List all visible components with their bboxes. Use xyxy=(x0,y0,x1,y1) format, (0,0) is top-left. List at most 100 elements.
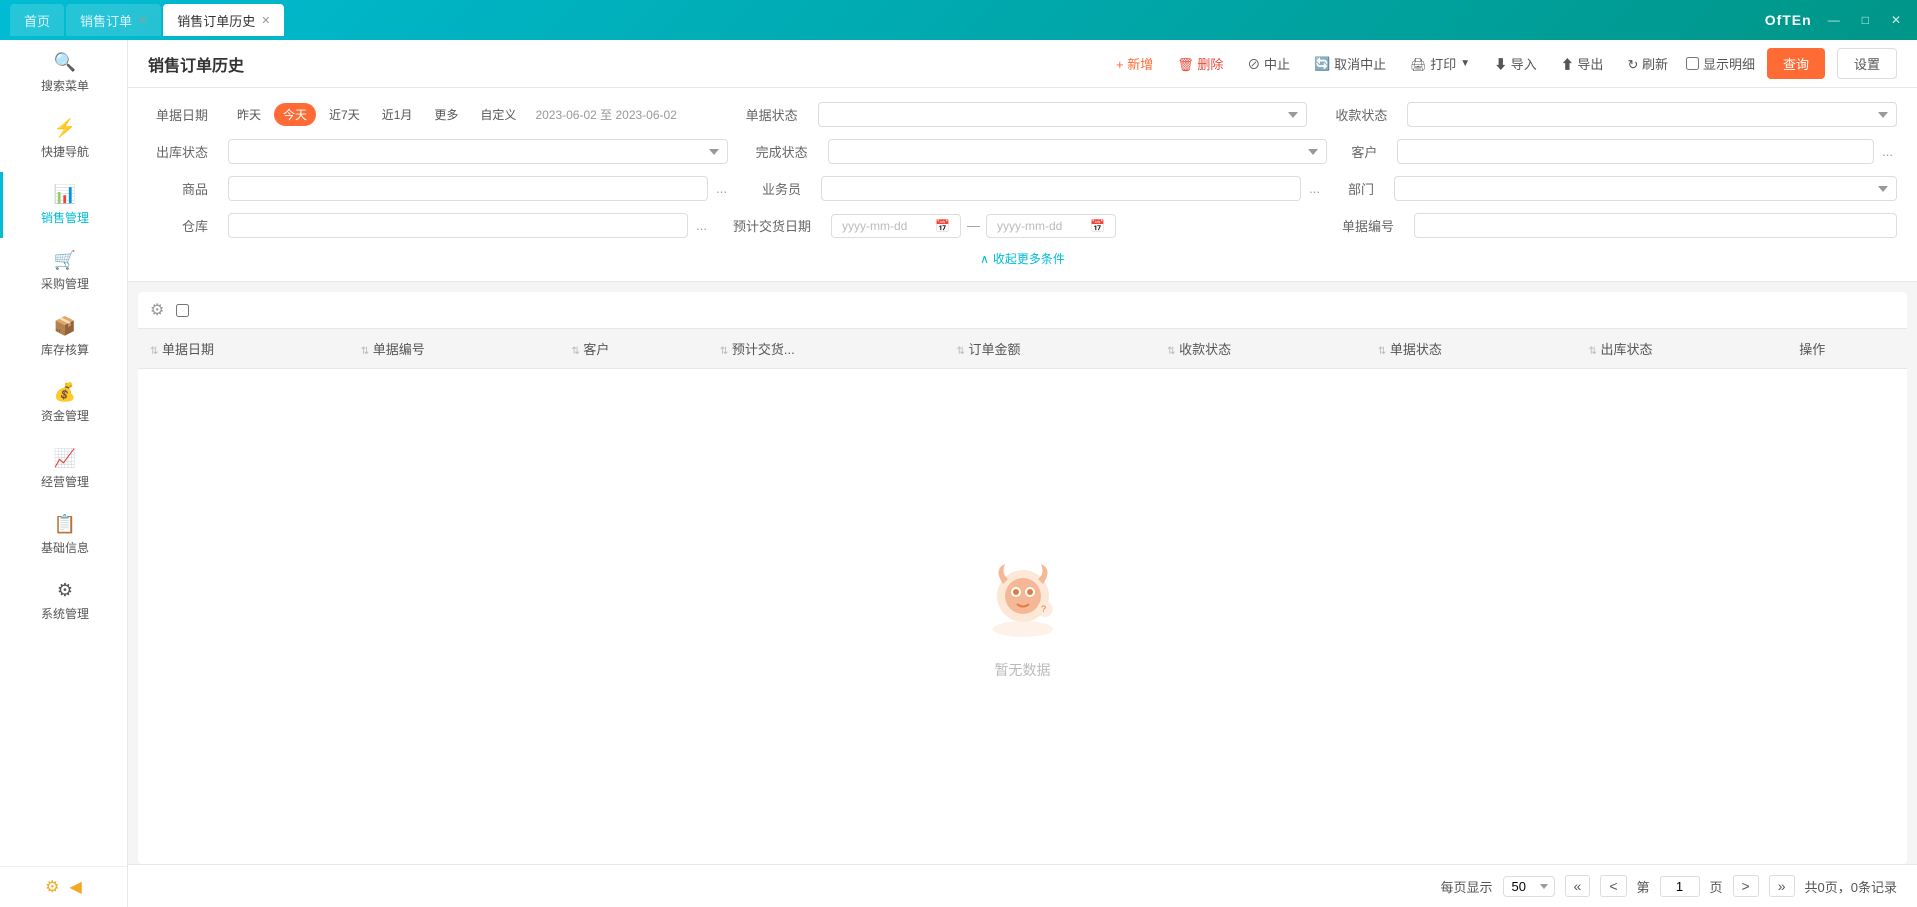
date-label: 单据日期 xyxy=(148,105,208,124)
sidebar-item-purchase[interactable]: 🛒 采购管理 xyxy=(0,238,127,304)
warehouse-label: 仓库 xyxy=(148,216,208,235)
warehouse-input[interactable] xyxy=(228,213,688,238)
more-btn[interactable]: 更多 xyxy=(425,103,467,126)
sidebar-item-system[interactable]: ⚙ 系统管理 xyxy=(0,568,127,634)
cancel-stop-icon: 🔄 xyxy=(1314,56,1330,72)
col-date[interactable]: ⇅ 单据日期 xyxy=(138,329,349,369)
col-amount[interactable]: ⇅ 订单金额 xyxy=(944,329,1155,369)
col-outbound-status[interactable]: ⇅ 出库状态 xyxy=(1577,329,1788,369)
sidebar-expand-icon[interactable]: ◀ xyxy=(70,877,82,897)
new-button[interactable]: + 新增 xyxy=(1110,50,1159,77)
page-size-label: 每页显示 xyxy=(1441,877,1493,896)
collapse-button[interactable]: ∧ 收起更多条件 xyxy=(148,250,1897,267)
sidebar-item-finance[interactable]: 💰 资金管理 xyxy=(0,370,127,436)
export-button[interactable]: ⬆ 导出 xyxy=(1555,50,1610,77)
complete-status-select[interactable] xyxy=(828,139,1328,164)
filter-row-2: 出库状态 完成状态 客户 ... xyxy=(148,139,1897,164)
custom-btn[interactable]: 自定义 xyxy=(471,103,525,126)
total-records: 共0页，0条记录 xyxy=(1805,877,1897,896)
bill-number-input[interactable] xyxy=(1414,213,1897,238)
prev-page-button[interactable]: < xyxy=(1600,875,1626,897)
col-payment-status[interactable]: ⇅ 收款状态 xyxy=(1155,329,1366,369)
col-bill-status[interactable]: ⇅ 单据状态 xyxy=(1366,329,1577,369)
salesperson-control: ... xyxy=(821,176,1324,201)
table-area: ⚙ ⇅ 单据日期 ⇅ 单据编号 ⇅ xyxy=(138,292,1907,864)
tab-home[interactable]: 首页 xyxy=(10,4,64,36)
print-button[interactable]: 🖨 打印 ▼ xyxy=(1404,50,1476,77)
data-table: ⇅ 单据日期 ⇅ 单据编号 ⇅ 客户 ⇅ 预计交 xyxy=(138,329,1907,369)
payment-status-select[interactable] xyxy=(1407,102,1897,127)
product-input[interactable] xyxy=(228,176,708,201)
search-button[interactable]: 查询 xyxy=(1767,48,1825,79)
col-number[interactable]: ⇅ 单据编号 xyxy=(349,329,560,369)
sidebar-item-sales[interactable]: 📊 销售管理 xyxy=(0,172,127,238)
settings-button[interactable]: 设置 xyxy=(1837,48,1897,79)
page-suffix: 页 xyxy=(1710,877,1723,896)
outbound-status-select[interactable] xyxy=(228,139,728,164)
payment-status-control xyxy=(1407,102,1897,127)
sidebar-item-quicknav[interactable]: ⚡ 快捷导航 xyxy=(0,106,127,172)
sort-icon: ⇅ xyxy=(1589,346,1597,357)
sidebar-item-search[interactable]: 🔍 搜索菜单 xyxy=(0,40,127,106)
stop-button[interactable]: ⊘ 中止 xyxy=(1241,50,1296,77)
bill-status-select[interactable] xyxy=(818,102,1308,127)
salesperson-more-btn[interactable]: ... xyxy=(1305,181,1324,196)
close-button[interactable]: ✕ xyxy=(1885,13,1907,27)
sales-icon: 📊 xyxy=(54,184,76,205)
table-settings-icon[interactable]: ⚙ xyxy=(150,300,164,320)
minimize-button[interactable]: — xyxy=(1822,13,1846,27)
search-menu-icon: 🔍 xyxy=(54,52,76,73)
customer-more-btn[interactable]: ... xyxy=(1878,144,1897,159)
tab-sales-order-close[interactable]: ✕ xyxy=(138,14,147,27)
last7-btn[interactable]: 近7天 xyxy=(320,103,369,126)
sidebar-settings-icon[interactable]: ⚙ xyxy=(45,877,59,897)
sidebar-item-search-label: 搜索菜单 xyxy=(41,77,89,94)
sidebar-item-inventory[interactable]: 📦 库存核算 xyxy=(0,304,127,370)
sort-icon: ⇅ xyxy=(1167,346,1175,357)
tab-home-label: 首页 xyxy=(24,11,50,30)
warehouse-more-btn[interactable]: ... xyxy=(692,218,711,233)
sidebar-item-operations[interactable]: 📈 经营管理 xyxy=(0,436,127,502)
filter-row-1: 单据日期 昨天 今天 近7天 近1月 更多 自定义 2023-06-02 至 2… xyxy=(148,102,1897,127)
page-size-select[interactable]: 10 20 50 100 xyxy=(1503,876,1555,897)
yesterday-btn[interactable]: 昨天 xyxy=(228,103,270,126)
warehouse-control: ... xyxy=(228,213,711,238)
page-input[interactable] xyxy=(1660,876,1700,897)
display-detail-checkbox[interactable] xyxy=(1686,57,1699,70)
outbound-status-label: 出库状态 xyxy=(148,142,208,161)
last1m-btn[interactable]: 近1月 xyxy=(373,103,422,126)
today-btn[interactable]: 今天 xyxy=(274,103,316,126)
last-page-button[interactable]: » xyxy=(1769,875,1795,897)
salesperson-input[interactable] xyxy=(821,176,1301,201)
department-select[interactable] xyxy=(1394,176,1897,201)
delivery-date-start[interactable]: yyyy-mm-dd 📅 xyxy=(831,214,961,238)
product-more-btn[interactable]: ... xyxy=(712,181,731,196)
brand-label: OfTEn xyxy=(1765,12,1812,28)
select-all-checkbox[interactable] xyxy=(176,304,189,317)
next-page-button[interactable]: > xyxy=(1733,875,1759,897)
import-button[interactable]: ⬇ 导入 xyxy=(1488,50,1543,77)
sidebar-item-quicknav-label: 快捷导航 xyxy=(41,143,89,160)
toolbar: + 新增 🗑 删除 ⊘ 中止 🔄 取消中止 🖨 打印 ▼ ⬇ 导入 xyxy=(1110,48,1897,79)
first-page-button[interactable]: « xyxy=(1565,875,1591,897)
refresh-button[interactable]: ↻ 刷新 xyxy=(1621,50,1674,77)
delivery-date-end[interactable]: yyyy-mm-dd 📅 xyxy=(986,214,1116,238)
col-delivery[interactable]: ⇅ 预计交货... xyxy=(708,329,945,369)
customer-control: ... xyxy=(1397,139,1897,164)
filter-row-4: 仓库 ... 预计交货日期 yyyy-mm-dd 📅 — yyyy-mm-dd … xyxy=(148,213,1897,238)
tab-sales-order-history-close[interactable]: ✕ xyxy=(261,14,270,27)
customer-input[interactable] xyxy=(1397,139,1874,164)
tab-sales-order[interactable]: 销售订单 ✕ xyxy=(66,4,161,36)
customer-label: 客户 xyxy=(1347,142,1377,161)
sidebar-item-base[interactable]: 📋 基础信息 xyxy=(0,502,127,568)
tab-sales-order-history[interactable]: 销售订单历史 ✕ xyxy=(163,4,284,36)
delete-button[interactable]: 🗑 删除 xyxy=(1171,50,1229,77)
maximize-button[interactable]: □ xyxy=(1856,13,1875,27)
col-customer[interactable]: ⇅ 客户 xyxy=(559,329,707,369)
department-label: 部门 xyxy=(1344,179,1374,198)
sidebar: 🔍 搜索菜单 ⚡ 快捷导航 📊 销售管理 🛒 采购管理 📦 库存核算 💰 资金管… xyxy=(0,40,128,907)
cancel-stop-button[interactable]: 🔄 取消中止 xyxy=(1308,50,1392,77)
tab-sales-order-history-label: 销售订单历史 xyxy=(177,11,255,30)
bill-number-label: 单据编号 xyxy=(1334,216,1394,235)
display-detail-checkbox-label[interactable]: 显示明细 xyxy=(1686,54,1755,73)
